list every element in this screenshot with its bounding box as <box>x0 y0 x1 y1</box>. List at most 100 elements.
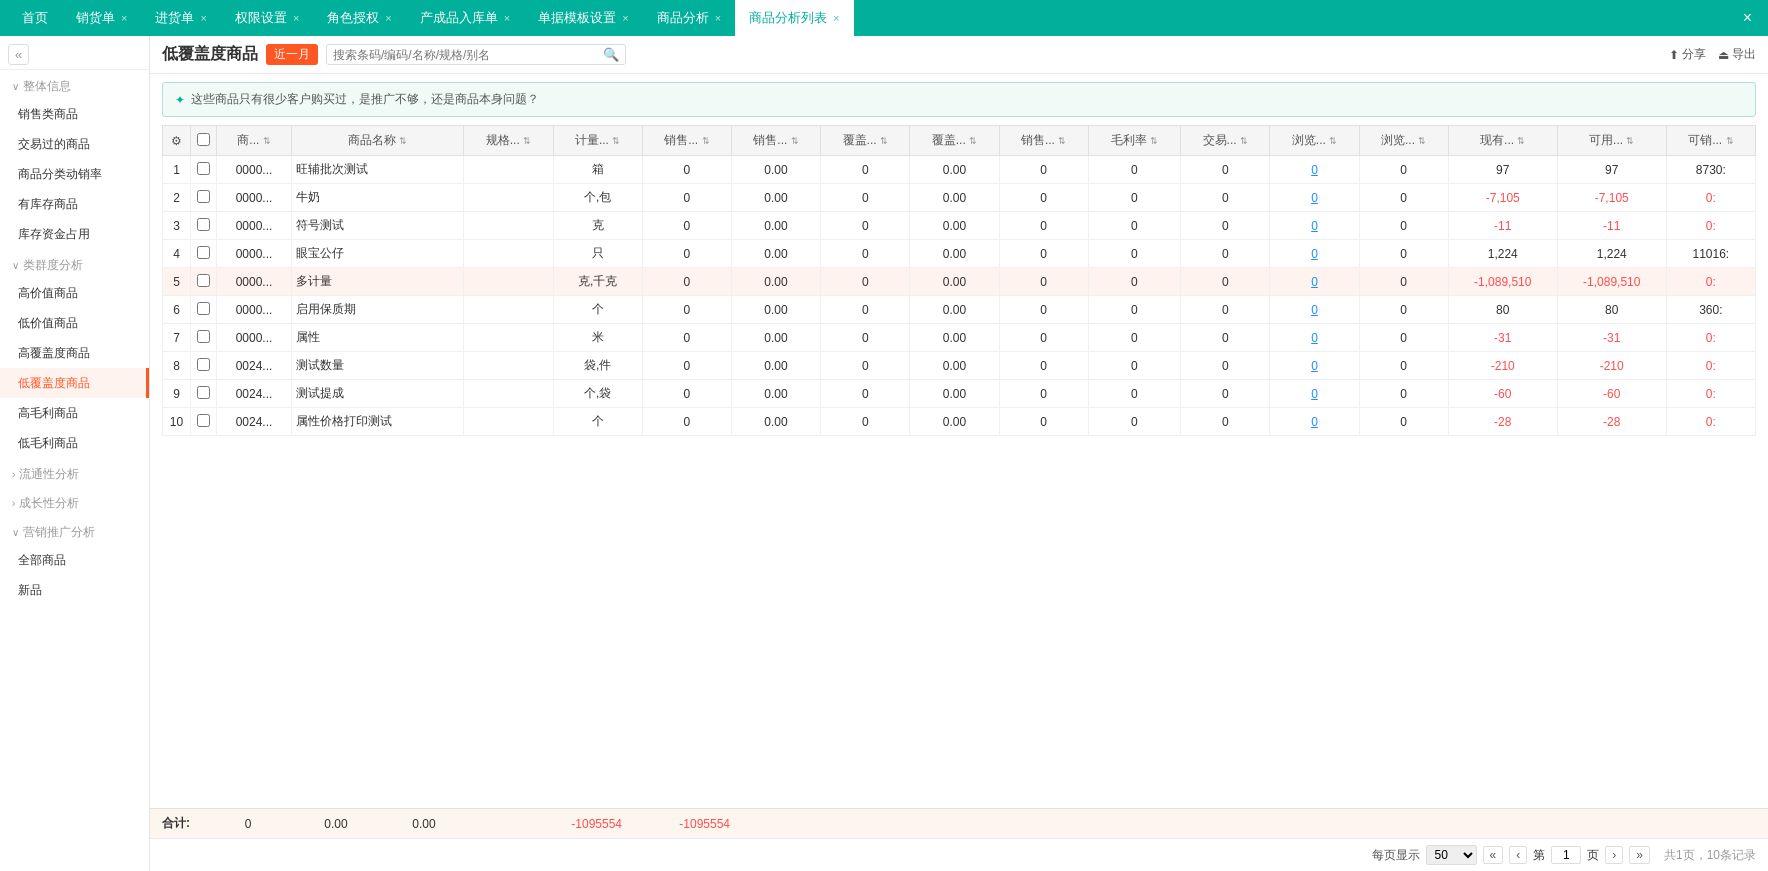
sidebar-item-all-goods[interactable]: 全部商品 <box>0 545 149 575</box>
row-select-checkbox[interactable] <box>197 330 210 343</box>
col-browse2[interactable]: 浏览... ⇅ <box>1359 126 1448 156</box>
row-browse1[interactable]: 0 <box>1270 408 1359 436</box>
nav-tab-permission[interactable]: 权限设置 × <box>221 0 313 36</box>
row-checkbox[interactable] <box>191 324 217 352</box>
col-current-stock[interactable]: 现有... ⇅ <box>1448 126 1557 156</box>
col-code[interactable]: 商... ⇅ <box>217 126 292 156</box>
col-sales-qty[interactable]: 销售... ⇅ <box>642 126 731 156</box>
col-coverage2[interactable]: 覆盖... ⇅ <box>910 126 999 156</box>
browse1-link[interactable]: 0 <box>1311 275 1318 289</box>
nav-tab-finished-goods[interactable]: 产成品入库单 × <box>406 0 524 36</box>
browse1-link[interactable]: 0 <box>1311 331 1318 345</box>
page-size-select[interactable]: 50 100 200 <box>1426 845 1477 865</box>
row-select-checkbox[interactable] <box>197 218 210 231</box>
col-available[interactable]: 可用... ⇅ <box>1557 126 1666 156</box>
row-checkbox[interactable] <box>191 268 217 296</box>
row-select-checkbox[interactable] <box>197 190 210 203</box>
sidebar-item-sales-goods[interactable]: 销售类商品 <box>0 99 149 129</box>
nav-tab-purchase[interactable]: 进货单 × <box>141 0 220 36</box>
sidebar-item-category-turnover[interactable]: 商品分类动销率 <box>0 159 149 189</box>
sidebar-item-high-coverage[interactable]: 高覆盖度商品 <box>0 338 149 368</box>
nav-tab-permission-close[interactable]: × <box>293 0 299 36</box>
sidebar-item-low-coverage[interactable]: 低覆盖度商品 <box>0 368 149 398</box>
browse1-link[interactable]: 0 <box>1311 303 1318 317</box>
nav-tab-sales-close[interactable]: × <box>121 0 127 36</box>
sidebar-section-overall[interactable]: ∨ 整体信息 <box>0 70 149 99</box>
col-sales3[interactable]: 销售... ⇅ <box>999 126 1088 156</box>
col-name[interactable]: 商品名称 ⇅ <box>292 126 464 156</box>
row-select-checkbox[interactable] <box>197 274 210 287</box>
row-select-checkbox[interactable] <box>197 414 210 427</box>
col-unit[interactable]: 计量... ⇅ <box>553 126 642 156</box>
browse1-link[interactable]: 0 <box>1311 387 1318 401</box>
row-select-checkbox[interactable] <box>197 246 210 259</box>
sidebar-section-growth[interactable]: › 成长性分析 <box>0 487 149 516</box>
next-page-button[interactable]: › <box>1605 846 1623 864</box>
col-settings[interactable]: ⚙ <box>163 126 191 156</box>
row-browse1[interactable]: 0 <box>1270 268 1359 296</box>
page-number-input[interactable] <box>1551 846 1581 864</box>
row-select-checkbox[interactable] <box>197 162 210 175</box>
nav-tab-product-analysis[interactable]: 商品分析 × <box>643 0 735 36</box>
row-browse1[interactable]: 0 <box>1270 352 1359 380</box>
nav-tab-product-analysis-list-close[interactable]: × <box>833 0 839 36</box>
nav-tab-template-close[interactable]: × <box>622 0 628 36</box>
row-browse1[interactable]: 0 <box>1270 324 1359 352</box>
prev-page-button[interactable]: ‹ <box>1509 846 1527 864</box>
nav-tab-purchase-close[interactable]: × <box>200 0 206 36</box>
collapse-sidebar-button[interactable]: « <box>8 44 29 65</box>
col-sales-amount[interactable]: 销售... ⇅ <box>731 126 820 156</box>
row-browse1[interactable]: 0 <box>1270 296 1359 324</box>
first-page-button[interactable]: « <box>1483 846 1504 864</box>
row-checkbox[interactable] <box>191 156 217 184</box>
search-icon[interactable]: 🔍 <box>603 47 619 62</box>
browse1-link[interactable]: 0 <box>1311 219 1318 233</box>
nav-tab-role[interactable]: 角色授权 × <box>313 0 405 36</box>
browse1-link[interactable]: 0 <box>1311 415 1318 429</box>
col-coverage1[interactable]: 覆盖... ⇅ <box>821 126 910 156</box>
sidebar-item-low-margin[interactable]: 低毛利商品 <box>0 428 149 458</box>
nav-tab-finished-goods-close[interactable]: × <box>504 0 510 36</box>
col-gross-margin[interactable]: 毛利率 ⇅ <box>1088 126 1180 156</box>
row-browse1[interactable]: 0 <box>1270 212 1359 240</box>
browse1-link[interactable]: 0 <box>1311 359 1318 373</box>
sidebar-item-high-value[interactable]: 高价值商品 <box>0 278 149 308</box>
browse1-link[interactable]: 0 <box>1311 163 1318 177</box>
col-saleable[interactable]: 可销... ⇅ <box>1666 126 1755 156</box>
row-browse1[interactable]: 0 <box>1270 184 1359 212</box>
sidebar-section-liquidity[interactable]: › 流通性分析 <box>0 458 149 487</box>
data-table-container[interactable]: ⚙ 商... ⇅ 商品名称 ⇅ 规格... ⇅ 计量... ⇅ 销售... ⇅ … <box>150 125 1768 808</box>
row-select-checkbox[interactable] <box>197 302 210 315</box>
sidebar-item-low-value[interactable]: 低价值商品 <box>0 308 149 338</box>
row-select-checkbox[interactable] <box>197 386 210 399</box>
share-button[interactable]: ⬆ 分享 <box>1669 46 1706 63</box>
row-checkbox[interactable] <box>191 212 217 240</box>
sidebar-item-inventory-capital[interactable]: 库存资金占用 <box>0 219 149 249</box>
nav-tab-home[interactable]: 首页 <box>8 0 62 36</box>
sidebar-section-group-analysis[interactable]: ∨ 类群度分析 <box>0 249 149 278</box>
sidebar-item-new-goods[interactable]: 新品 <box>0 575 149 605</box>
nav-tab-sales[interactable]: 销货单 × <box>62 0 141 36</box>
row-checkbox[interactable] <box>191 408 217 436</box>
browse1-link[interactable]: 0 <box>1311 191 1318 205</box>
search-input[interactable] <box>333 48 599 62</box>
nav-tab-template[interactable]: 单据模板设置 × <box>524 0 642 36</box>
row-checkbox[interactable] <box>191 352 217 380</box>
nav-tab-role-close[interactable]: × <box>385 0 391 36</box>
row-checkbox[interactable] <box>191 296 217 324</box>
sidebar-item-traded-goods[interactable]: 交易过的商品 <box>0 129 149 159</box>
export-button[interactable]: ⏏ 导出 <box>1718 46 1756 63</box>
col-browse1[interactable]: 浏览... ⇅ <box>1270 126 1359 156</box>
row-browse1[interactable]: 0 <box>1270 380 1359 408</box>
row-checkbox[interactable] <box>191 380 217 408</box>
row-checkbox[interactable] <box>191 240 217 268</box>
row-checkbox[interactable] <box>191 184 217 212</box>
sidebar-item-high-margin[interactable]: 高毛利商品 <box>0 398 149 428</box>
nav-tab-product-analysis-close[interactable]: × <box>715 0 721 36</box>
row-browse1[interactable]: 0 <box>1270 156 1359 184</box>
col-transaction[interactable]: 交易... ⇅ <box>1181 126 1270 156</box>
browse1-link[interactable]: 0 <box>1311 247 1318 261</box>
select-all-checkbox[interactable] <box>197 133 210 146</box>
last-page-button[interactable]: » <box>1629 846 1650 864</box>
close-all-button[interactable]: × <box>1735 9 1760 27</box>
